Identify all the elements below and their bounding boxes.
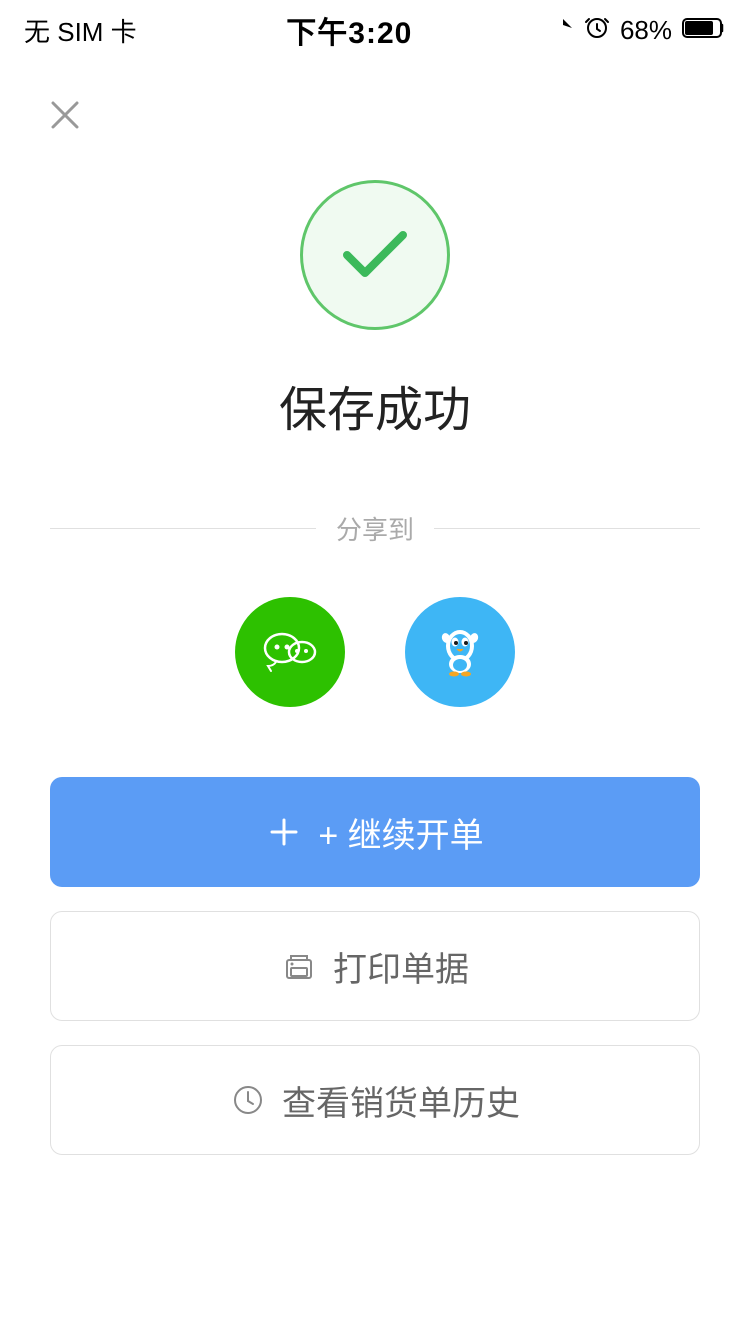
location-icon: [552, 15, 574, 46]
continue-order-button[interactable]: + 继续开单: [50, 777, 700, 887]
status-bar: 无 SIM 卡 下午3:20 68%: [0, 0, 750, 60]
close-button[interactable]: [40, 90, 90, 140]
actions-section: + 继续开单 打印单据 查看销货单历史: [0, 747, 750, 1185]
battery-icon: [682, 15, 726, 46]
alarm-icon: [584, 14, 610, 47]
status-time: 下午3:20: [286, 8, 412, 52]
print-button[interactable]: 打印单据: [50, 911, 700, 1021]
close-area: [0, 60, 750, 140]
share-label: 分享到: [336, 510, 414, 547]
success-circle: [300, 180, 450, 330]
share-wechat-button[interactable]: [235, 597, 345, 707]
continue-order-label: + 继续开单: [318, 808, 483, 857]
divider-left: [50, 528, 316, 529]
history-label: 查看销货单历史: [282, 1076, 520, 1125]
share-icons: [50, 597, 700, 707]
history-button[interactable]: 查看销货单历史: [50, 1045, 700, 1155]
print-label: 打印单据: [333, 942, 469, 991]
checkmark-icon: [335, 213, 415, 298]
carrier-text: 无 SIM 卡: [24, 12, 137, 49]
success-section: 保存成功: [0, 140, 750, 470]
divider-right: [434, 528, 700, 529]
qq-icon: [428, 620, 493, 685]
share-section: 分享到: [0, 470, 750, 747]
wechat-icon: [258, 620, 323, 685]
status-right: 68%: [552, 14, 726, 47]
history-icon: [230, 1082, 266, 1118]
status-left: 无 SIM 卡: [24, 12, 147, 49]
success-title: 保存成功: [279, 370, 471, 440]
share-divider: 分享到: [50, 510, 700, 547]
plus-icon: [266, 814, 302, 850]
battery-text: 68%: [620, 15, 672, 46]
print-icon: [281, 948, 317, 984]
share-qq-button[interactable]: [405, 597, 515, 707]
